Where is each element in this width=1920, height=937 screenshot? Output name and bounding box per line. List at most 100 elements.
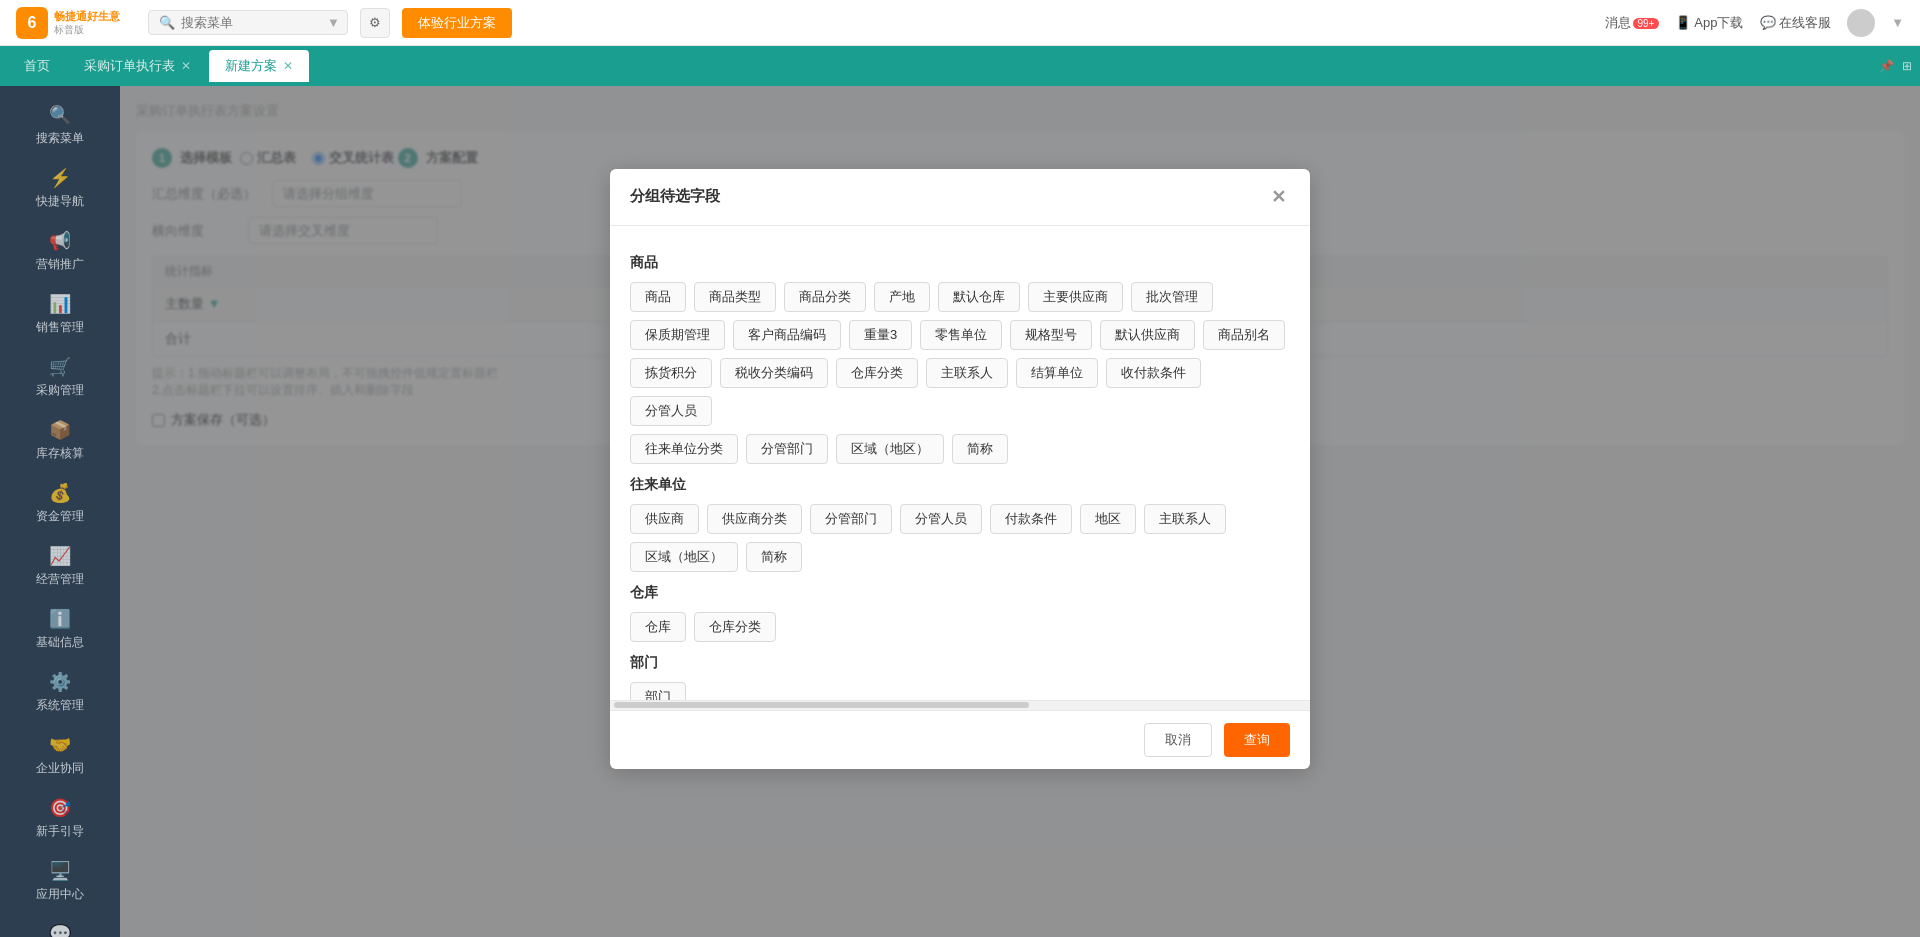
search-input[interactable] (181, 15, 321, 30)
field-chip[interactable]: 默认仓库 (938, 282, 1020, 312)
field-chip[interactable]: 商品 (630, 282, 686, 312)
top-right-nav: 消息99+ 📱 App下载 💬 在线客服 ▼ (1605, 9, 1905, 37)
tab-bar: 首页 采购订单执行表 ✕ 新建方案 ✕ 📌 ⊞ (0, 46, 1920, 86)
field-chip[interactable]: 批次管理 (1131, 282, 1213, 312)
field-chip[interactable]: 分管人员 (900, 504, 982, 534)
sidebar-item-label: 库存核算 (36, 445, 84, 462)
field-chip[interactable]: 税收分类编码 (720, 358, 828, 388)
partner-fields: 供应商 供应商分类 分管部门 分管人员 付款条件 地区 主联系人 (630, 504, 1290, 534)
confirm-button[interactable]: 查询 (1224, 723, 1290, 757)
sidebar-item-finance[interactable]: 💰 资金管理 (0, 472, 120, 535)
field-chip[interactable]: 分管部门 (746, 434, 828, 464)
field-chip[interactable]: 零售单位 (920, 320, 1002, 350)
field-chip[interactable]: 收付款条件 (1106, 358, 1201, 388)
top-bar: 6 畅捷通好生意 标普版 🔍 ▼ ⚙ 体验行业方案 消息99+ 📱 App下载 … (0, 0, 1920, 46)
dept-fields: 部门 (630, 682, 1290, 700)
settings-button[interactable]: ⚙ (360, 8, 390, 38)
app-logo-icon: 6 (16, 7, 48, 39)
field-chip[interactable]: 主联系人 (926, 358, 1008, 388)
sidebar-item-basicinfo[interactable]: ℹ️ 基础信息 (0, 598, 120, 661)
tab-pin-area: 📌 ⊞ (1879, 59, 1912, 73)
field-chip[interactable]: 地区 (1080, 504, 1136, 534)
sidebar-item-label: 企业协同 (36, 760, 84, 777)
tab-close-new-plan[interactable]: ✕ (283, 59, 293, 73)
tab-close-purchase[interactable]: ✕ (181, 59, 191, 73)
modal-title: 分组待选字段 (630, 187, 720, 206)
wechat-icon: 💬 (49, 923, 71, 937)
field-chip[interactable]: 简称 (746, 542, 802, 572)
modal-body[interactable]: 商品 商品 商品类型 商品分类 产地 默认仓库 主要供应商 批次管理 保质期管理… (610, 226, 1310, 700)
quicknav-icon: ⚡ (49, 167, 71, 189)
modal-close-button[interactable]: ✕ (1266, 185, 1290, 209)
field-chip[interactable]: 主要供应商 (1028, 282, 1123, 312)
field-chip[interactable]: 区域（地区） (630, 542, 738, 572)
tab-new-plan[interactable]: 新建方案 ✕ (209, 50, 309, 82)
field-chip[interactable]: 商品分类 (784, 282, 866, 312)
field-chip[interactable]: 规格型号 (1010, 320, 1092, 350)
field-chip[interactable]: 往来单位分类 (630, 434, 738, 464)
sidebar-item-purchase[interactable]: 🛒 采购管理 (0, 346, 120, 409)
field-chip[interactable]: 客户商品编码 (733, 320, 841, 350)
field-chip[interactable]: 拣货积分 (630, 358, 712, 388)
app-name: 畅捷通好生意 (54, 9, 120, 23)
field-chip[interactable]: 商品别名 (1203, 320, 1285, 350)
hscroll-thumb[interactable] (614, 702, 1029, 708)
sidebar-item-marketing[interactable]: 📢 营销推广 (0, 220, 120, 283)
marketing-icon: 📢 (49, 230, 71, 252)
field-chip[interactable]: 默认供应商 (1100, 320, 1195, 350)
field-chip[interactable]: 重量3 (849, 320, 912, 350)
product-fields-2: 保质期管理 客户商品编码 重量3 零售单位 规格型号 默认供应商 商品别名 (630, 320, 1290, 350)
sidebar-item-system[interactable]: ⚙️ 系统管理 (0, 661, 120, 724)
app-brand: 标普版 (54, 23, 120, 36)
sidebar-item-collab[interactable]: 🤝 企业协同 (0, 724, 120, 787)
section-title-warehouse: 仓库 (630, 584, 1290, 602)
field-chip[interactable]: 部门 (630, 682, 686, 700)
user-avatar[interactable] (1847, 9, 1875, 37)
cancel-button[interactable]: 取消 (1144, 723, 1212, 757)
sidebar-item-apps[interactable]: 🖥️ 应用中心 (0, 850, 120, 913)
tab-home[interactable]: 首页 (8, 50, 66, 82)
sidebar: 🔍 搜索菜单 ⚡ 快捷导航 📢 营销推广 📊 销售管理 🛒 采购管理 📦 库存核… (0, 86, 120, 937)
chevron-down-icon: ▼ (327, 15, 340, 30)
field-chip[interactable]: 产地 (874, 282, 930, 312)
sidebar-item-label: 营销推广 (36, 256, 84, 273)
search-bar[interactable]: 🔍 ▼ (148, 10, 348, 35)
field-chip[interactable]: 仓库分类 (694, 612, 776, 642)
field-chip[interactable]: 供应商分类 (707, 504, 802, 534)
sidebar-item-inventory[interactable]: 📦 库存核算 (0, 409, 120, 472)
sidebar-item-sales[interactable]: 📊 销售管理 (0, 283, 120, 346)
field-chip[interactable]: 仓库 (630, 612, 686, 642)
app-download-nav[interactable]: 📱 App下载 (1675, 14, 1743, 32)
sidebar-item-operations[interactable]: 📈 经营管理 (0, 535, 120, 598)
field-chip[interactable]: 保质期管理 (630, 320, 725, 350)
search-sidebar-icon: 🔍 (49, 104, 71, 126)
warehouse-fields: 仓库 仓库分类 (630, 612, 1290, 642)
field-chip[interactable]: 仓库分类 (836, 358, 918, 388)
field-chip[interactable]: 商品类型 (694, 282, 776, 312)
field-chip[interactable]: 区域（地区） (836, 434, 944, 464)
sidebar-item-label: 快捷导航 (36, 193, 84, 210)
field-chip[interactable]: 供应商 (630, 504, 699, 534)
sidebar-item-label: 搜索菜单 (36, 130, 84, 147)
message-badge: 99+ (1633, 18, 1660, 29)
field-chip[interactable]: 分管部门 (810, 504, 892, 534)
partner-fields-2: 区域（地区） 简称 (630, 542, 1290, 572)
sidebar-item-quicknav[interactable]: ⚡ 快捷导航 (0, 157, 120, 220)
message-nav[interactable]: 消息99+ (1605, 14, 1660, 32)
online-service-nav[interactable]: 💬 在线客服 (1760, 14, 1832, 32)
field-chip[interactable]: 付款条件 (990, 504, 1072, 534)
sidebar-item-guide[interactable]: 🎯 新手引导 (0, 787, 120, 850)
tab-purchase-execution[interactable]: 采购订单执行表 ✕ (68, 50, 207, 82)
field-chip[interactable]: 结算单位 (1016, 358, 1098, 388)
field-chip[interactable]: 主联系人 (1144, 504, 1226, 534)
field-chip[interactable]: 简称 (952, 434, 1008, 464)
product-fields-3: 拣货积分 税收分类编码 仓库分类 主联系人 结算单位 收付款条件 分管人员 (630, 358, 1290, 426)
sidebar-item-label: 采购管理 (36, 382, 84, 399)
sidebar-item-wechat[interactable]: 💬 企业微信 (0, 913, 120, 937)
field-chip[interactable]: 分管人员 (630, 396, 712, 426)
modal-horizontal-scrollbar[interactable] (610, 700, 1310, 710)
trial-button[interactable]: 体验行业方案 (402, 8, 512, 38)
modal-footer: 取消 查询 (610, 710, 1310, 769)
sidebar-item-search[interactable]: 🔍 搜索菜单 (0, 94, 120, 157)
apps-icon: 🖥️ (49, 860, 71, 882)
